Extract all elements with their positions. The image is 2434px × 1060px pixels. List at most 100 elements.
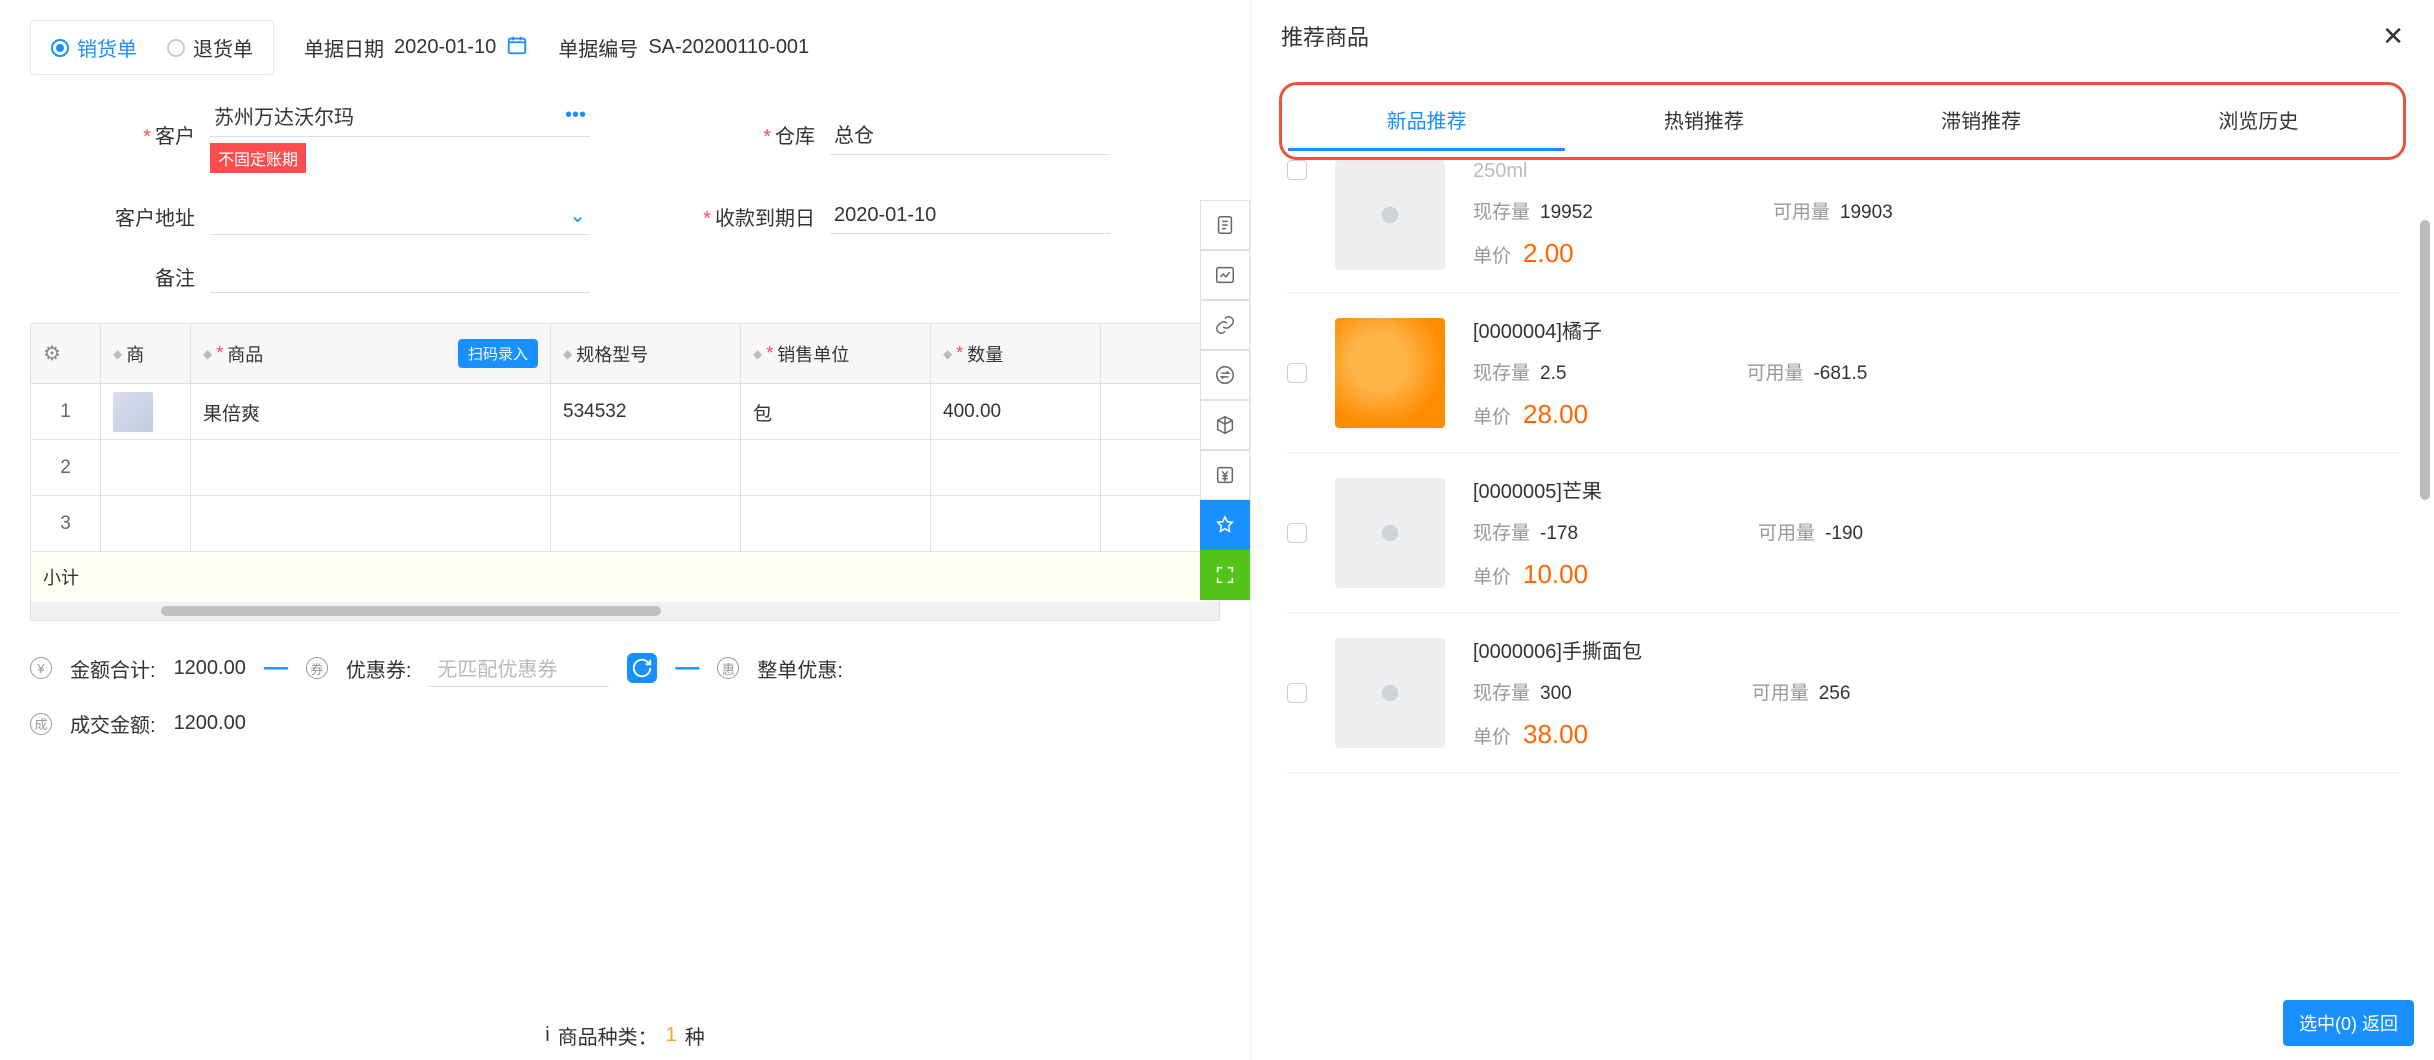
tab-label: 退货单	[193, 33, 253, 62]
table-row[interactable]: 3	[31, 496, 1219, 552]
product-image	[1335, 478, 1445, 588]
customer-field[interactable]: 苏州万达沃尔玛 •••	[210, 95, 590, 137]
tab-browse-history[interactable]: 浏览历史	[2120, 91, 2397, 151]
notes-icon[interactable]	[1200, 200, 1250, 250]
warehouse-label: *仓库	[650, 120, 830, 149]
product-title: [0000004]橘子	[1473, 315, 2398, 344]
tab-return-order[interactable]: 退货单	[167, 33, 253, 62]
product-checkbox[interactable]	[1287, 683, 1307, 703]
row-thumb	[101, 440, 191, 495]
order-type-tabs: 销货单 退货单	[30, 20, 274, 75]
col-qty: 数量	[967, 341, 1003, 367]
row-qty[interactable]	[931, 440, 1101, 495]
period-badge: 不固定账期	[210, 143, 306, 173]
chart-icon[interactable]	[1200, 250, 1250, 300]
calendar-icon[interactable]	[506, 34, 528, 62]
sort-icon[interactable]: ◆	[753, 347, 762, 361]
product-checkbox[interactable]	[1287, 363, 1307, 383]
tab-label: 销货单	[77, 33, 137, 62]
price-label: 单价	[1473, 407, 1511, 428]
expand-icon[interactable]	[1200, 550, 1250, 600]
star-icon[interactable]	[1200, 500, 1250, 550]
tab-hot-products[interactable]: 热销推荐	[1565, 91, 1842, 151]
whole-discount-label: 整单优惠:	[757, 654, 843, 683]
radio-icon	[51, 39, 69, 57]
refresh-icon[interactable]	[627, 653, 657, 683]
row-unit[interactable]: 包	[741, 384, 931, 440]
available-label: 可用量	[1752, 683, 1809, 704]
box-icon[interactable]	[1200, 400, 1250, 450]
scan-input-button[interactable]: 扫码录入	[458, 339, 538, 368]
ellipsis-icon[interactable]: •••	[565, 104, 586, 127]
doc-date-value[interactable]: 2020-01-10	[394, 36, 496, 59]
address-field[interactable]: ⌄	[210, 197, 590, 235]
link-icon[interactable]	[1200, 300, 1250, 350]
row-product[interactable]: 果倍爽	[191, 384, 551, 440]
col-unit: 销售单位	[777, 341, 849, 367]
product-image	[1335, 160, 1445, 270]
price-label: 单价	[1473, 727, 1511, 748]
horizontal-scrollbar[interactable]	[31, 602, 1219, 620]
address-label: 客户地址	[30, 202, 210, 231]
remark-field[interactable]	[210, 259, 590, 293]
due-date-label: *收款到期日	[650, 202, 830, 231]
product-checkbox[interactable]	[1287, 523, 1307, 543]
tab-new-products[interactable]: 新品推荐	[1288, 91, 1565, 151]
col-spec: 规格型号	[576, 341, 648, 367]
table-row[interactable]: 2	[31, 440, 1219, 496]
row-product[interactable]	[191, 496, 551, 551]
selected-return-button[interactable]: 选中(0) 返回	[2283, 1000, 2414, 1046]
due-date-value: 2020-01-10	[834, 204, 936, 227]
stock-label: 现存量	[1473, 363, 1530, 384]
currency-badge-icon[interactable]	[1200, 450, 1250, 500]
warehouse-value: 总仓	[834, 119, 874, 148]
row-unit[interactable]	[741, 496, 931, 551]
stock-value: 300	[1540, 683, 1572, 704]
chevron-down-icon[interactable]: ⌄	[569, 203, 586, 228]
coupon-label: 优惠券:	[346, 654, 412, 683]
stock-label: 现存量	[1473, 523, 1530, 544]
product-thumb-icon	[113, 392, 153, 432]
warehouse-field[interactable]: 总仓	[830, 113, 1110, 155]
product-row: [0000004]橘子 现存量2.5 可用量-681.5 单价28.00	[1287, 293, 2398, 453]
gear-icon[interactable]: ⚙	[43, 341, 61, 366]
recommend-title: 推荐商品	[1281, 20, 1369, 52]
product-checkbox[interactable]	[1287, 160, 1307, 180]
row-spec[interactable]: 534532	[551, 384, 741, 440]
amount-total-value: 1200.00	[174, 657, 246, 680]
side-toolbar	[1200, 200, 1250, 600]
row-unit[interactable]	[741, 440, 931, 495]
row-qty[interactable]: 400.00	[931, 384, 1101, 440]
product-row: [0000005]芒果 现存量-178 可用量-190 单价10.00	[1287, 453, 2398, 613]
available-value: 19903	[1840, 202, 1893, 223]
sort-icon[interactable]: ◆	[563, 347, 572, 361]
remark-label: 备注	[30, 262, 210, 291]
row-spec[interactable]	[551, 440, 741, 495]
amount-total-label: 金额合计:	[70, 654, 156, 683]
coupon-input[interactable]: 无匹配优惠券	[429, 649, 609, 687]
row-spec[interactable]	[551, 496, 741, 551]
product-image	[1335, 318, 1445, 428]
available-value: -190	[1825, 523, 1863, 544]
vertical-scrollbar[interactable]	[2420, 220, 2430, 500]
sort-icon[interactable]: ◆	[943, 347, 952, 361]
swap-icon[interactable]	[1200, 350, 1250, 400]
due-date-field[interactable]: 2020-01-10	[830, 198, 1110, 234]
table-row[interactable]: 1 果倍爽 534532 包 400.00	[31, 384, 1219, 440]
row-thumb	[101, 384, 191, 440]
close-icon[interactable]: ✕	[2382, 21, 2404, 52]
tab-sales-order[interactable]: 销货单	[51, 33, 137, 62]
row-index: 1	[31, 384, 101, 440]
customer-label: *客户	[30, 120, 210, 149]
deal-amount-value: 1200.00	[174, 712, 246, 735]
price-value: 10.00	[1523, 559, 1588, 589]
row-product[interactable]	[191, 440, 551, 495]
info-icon: i	[545, 1024, 549, 1047]
sort-icon[interactable]: ◆	[113, 347, 122, 361]
minus-icon: —	[264, 654, 288, 682]
tab-slow-products[interactable]: 滞销推荐	[1843, 91, 2120, 151]
available-label: 可用量	[1746, 363, 1803, 384]
row-qty[interactable]	[931, 496, 1101, 551]
price-value: 2.00	[1523, 238, 1574, 268]
sort-icon[interactable]: ◆	[203, 347, 212, 361]
